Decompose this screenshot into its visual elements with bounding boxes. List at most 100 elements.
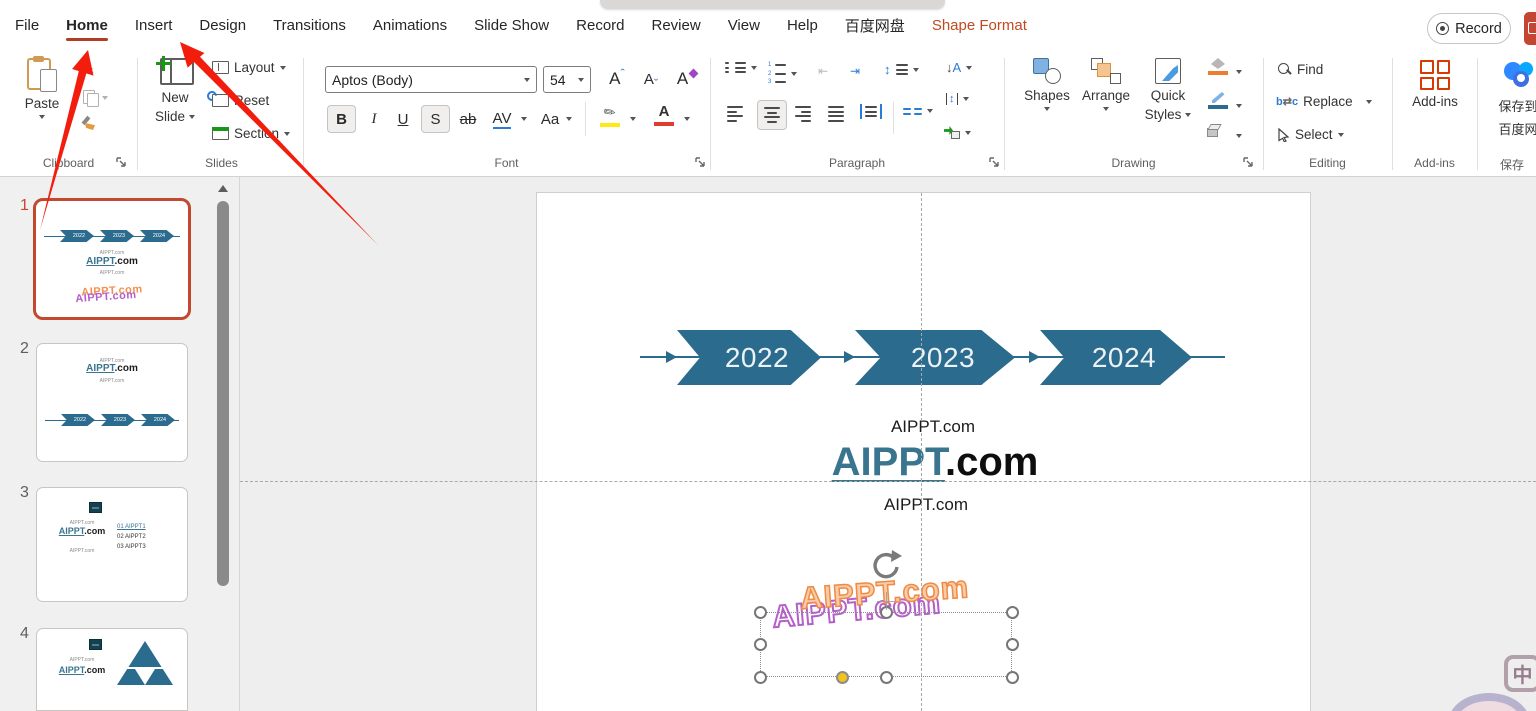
tab-animations[interactable]: Animations	[373, 17, 447, 34]
tab-slide-show[interactable]: Slide Show	[474, 17, 549, 34]
floating-badge[interactable]: 中	[1504, 655, 1536, 692]
slide-caption-bottom[interactable]: AIPPT.com	[806, 495, 1046, 515]
convert-smartart-button[interactable]	[944, 126, 971, 139]
selection-handle-w[interactable]	[753, 638, 767, 651]
text-highlight-button[interactable]: ✎	[598, 102, 622, 127]
rotate-handle[interactable]	[868, 548, 904, 589]
tab-shape-format[interactable]: Shape Format	[932, 17, 1027, 34]
cut-button[interactable]: ✂	[82, 62, 95, 80]
chevron-down-icon[interactable]	[684, 117, 690, 121]
tab-view[interactable]: View	[728, 17, 760, 34]
text-direction-button[interactable]: ↓A	[946, 60, 973, 75]
menu-tabs: File Home Insert Design Transitions Anim…	[15, 0, 1027, 50]
baidu-save-button[interactable]: 保存到 百度网	[1490, 58, 1536, 138]
increase-font-size-button[interactable]: A	[602, 65, 632, 93]
format-painter-button[interactable]	[82, 116, 98, 132]
tab-record[interactable]: Record	[576, 17, 624, 34]
underline-button[interactable]: U	[390, 105, 416, 133]
decrease-indent-button[interactable]: ⇤	[818, 64, 828, 78]
justify-button[interactable]	[828, 106, 844, 122]
scroll-up-icon[interactable]	[218, 185, 228, 192]
tab-help[interactable]: Help	[787, 17, 818, 34]
chevron-down-icon[interactable]	[521, 117, 527, 121]
copy-button[interactable]	[83, 90, 108, 107]
strikethrough-button[interactable]: ab	[454, 105, 482, 133]
add-ins-button[interactable]: Add-ins	[1404, 60, 1466, 109]
distribute-button[interactable]	[860, 104, 882, 119]
shape-fill-button[interactable]	[1206, 58, 1230, 75]
clear-formatting-button[interactable]: A	[672, 65, 702, 93]
bold-button[interactable]: B	[327, 105, 356, 133]
horizontal-guide[interactable]	[240, 481, 1536, 482]
chevron-down-icon[interactable]	[1236, 70, 1242, 74]
font-color-button[interactable]: A	[652, 103, 676, 126]
tab-home[interactable]: Home	[66, 17, 108, 41]
chevron-down-icon[interactable]	[1236, 134, 1242, 138]
present-button-partial[interactable]	[1524, 12, 1536, 45]
slide-thumbnail-3[interactable]: AIPPT.com AIPPT.com AIPPT.com 01 AIPPT1 …	[36, 487, 188, 602]
slide-caption-top[interactable]: AIPPT.com	[813, 417, 1053, 437]
selection-handle-sw[interactable]	[753, 670, 767, 684]
clipboard-dialog-launcher[interactable]	[115, 156, 129, 170]
numbering-button[interactable]: 1 2 3	[768, 62, 797, 85]
group-separator	[137, 58, 138, 170]
selection-handle-nw[interactable]	[753, 605, 767, 619]
tab-design[interactable]: Design	[199, 17, 246, 34]
change-case-button[interactable]: Aa	[536, 105, 564, 133]
align-left-button[interactable]	[727, 106, 743, 122]
italic-button[interactable]: I	[361, 105, 387, 133]
selection-handle-e[interactable]	[1005, 638, 1019, 651]
paragraph-dialog-launcher[interactable]	[988, 156, 1002, 170]
align-right-button[interactable]	[795, 106, 811, 122]
align-center-button[interactable]	[757, 100, 787, 130]
scrollbar-thumb[interactable]	[217, 201, 229, 586]
drawing-dialog-launcher[interactable]	[1242, 156, 1256, 170]
adjustment-handle[interactable]	[835, 670, 849, 684]
tab-insert[interactable]: Insert	[135, 17, 173, 34]
slide-thumbnail-4[interactable]: AIPPT.com AIPPT.com	[36, 628, 188, 711]
bullets-button[interactable]	[725, 62, 757, 73]
shape-outline-button[interactable]	[1206, 92, 1230, 109]
tab-transitions[interactable]: Transitions	[273, 17, 346, 34]
columns-button[interactable]	[903, 108, 933, 115]
selection-box[interactable]	[760, 612, 1012, 677]
arrange-button[interactable]: Arrange	[1078, 58, 1134, 111]
font-color-swatch	[654, 122, 674, 126]
record-button[interactable]: Record	[1427, 13, 1511, 44]
chevron-down-icon[interactable]	[1236, 104, 1242, 108]
shapes-button[interactable]: Shapes	[1022, 58, 1072, 111]
replace-button[interactable]: b⇄c Replace	[1276, 94, 1372, 109]
tab-review[interactable]: Review	[652, 17, 701, 34]
align-text-button[interactable]: ↕	[946, 93, 969, 105]
replace-label: Replace	[1303, 94, 1353, 109]
slide-brand-title[interactable]: AIPPT.com	[790, 440, 1080, 485]
character-spacing-button[interactable]: AV	[487, 105, 517, 133]
selection-handle-ne[interactable]	[1005, 605, 1019, 619]
selection-handle-se[interactable]	[1005, 670, 1019, 684]
tab-baidu-netdisk[interactable]: 百度网盘	[845, 15, 905, 36]
replace-icon: b⇄c	[1276, 96, 1299, 108]
font-size-combo[interactable]: 54	[543, 66, 591, 93]
selection-handle-s[interactable]	[879, 670, 893, 684]
select-button[interactable]: Select	[1278, 127, 1344, 142]
chevron-down-icon[interactable]	[630, 117, 636, 121]
chevron-down-icon[interactable]	[566, 117, 572, 121]
layout-button[interactable]: Layout	[212, 60, 286, 75]
quick-styles-button[interactable]: Quick Styles	[1140, 58, 1196, 122]
reset-button[interactable]: Reset	[204, 88, 269, 108]
tab-file[interactable]: File	[15, 17, 39, 34]
text-shadow-button[interactable]: S	[421, 105, 450, 133]
paste-button[interactable]: Paste	[16, 56, 68, 119]
new-slide-button[interactable]: New Slide	[146, 56, 204, 124]
decrease-font-size-button[interactable]: A	[637, 65, 665, 93]
panel-scrollbar[interactable]	[215, 183, 232, 711]
increase-indent-button[interactable]: ⇥	[850, 64, 860, 78]
find-button[interactable]: Find	[1278, 62, 1323, 77]
slide-thumbnail-2[interactable]: AIPPT.com AIPPT.com AIPPT.com 2022 2023 …	[36, 343, 188, 462]
slide-thumbnail-1[interactable]: 2022 2023 2024 AIPPT.com AIPPT.com AIPPT…	[33, 198, 191, 320]
shape-effects-button[interactable]	[1206, 124, 1222, 138]
line-spacing-button[interactable]: ↕	[884, 62, 919, 77]
font-dialog-launcher[interactable]	[694, 156, 708, 170]
font-name-combo[interactable]: Aptos (Body)	[325, 66, 537, 93]
section-button[interactable]: Section	[212, 126, 291, 141]
